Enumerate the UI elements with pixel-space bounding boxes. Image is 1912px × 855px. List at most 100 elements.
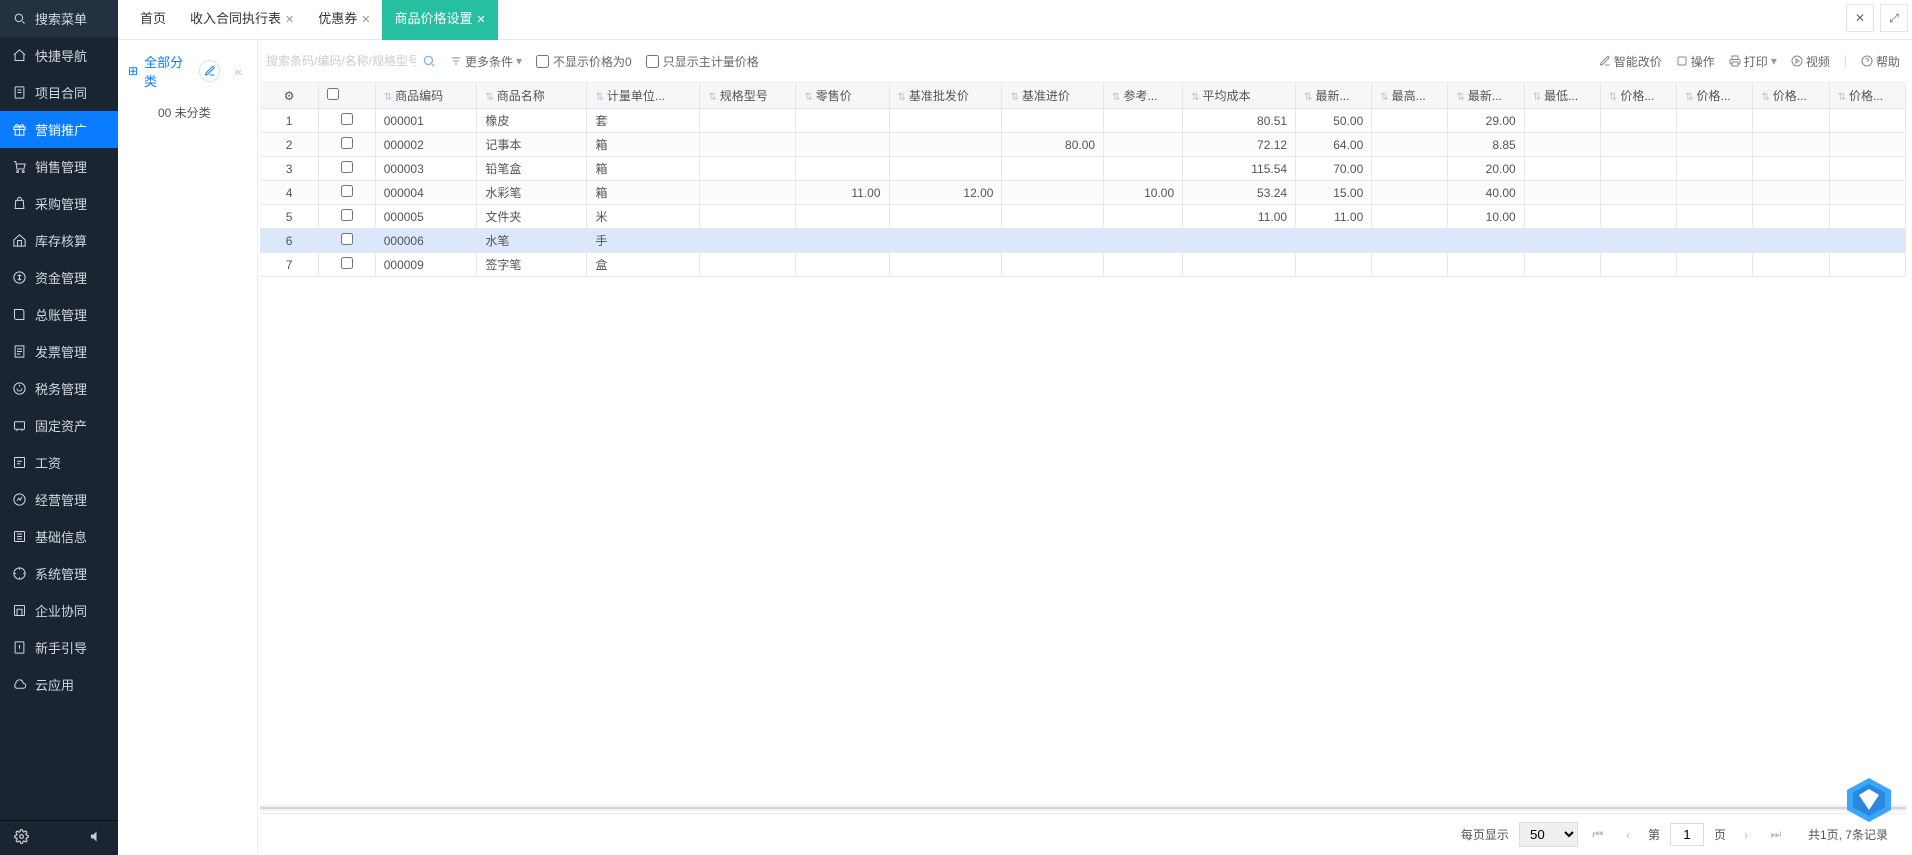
last-page-button[interactable]: ⏭ xyxy=(1766,827,1786,842)
sidebar-item-2[interactable]: 项目合同 xyxy=(0,74,118,111)
close-all-button[interactable]: ✕ xyxy=(1846,4,1874,32)
search-input[interactable] xyxy=(266,50,416,72)
col-17[interactable]: ⇅价格... xyxy=(1753,83,1829,109)
more-conditions-link[interactable]: 更多条件▾ xyxy=(450,53,522,70)
col-4[interactable]: ⇅计量单位... xyxy=(587,83,700,109)
row-checkbox[interactable] xyxy=(341,209,353,221)
col-7[interactable]: ⇅基准批发价 xyxy=(890,83,1003,109)
receipt-icon xyxy=(12,344,27,359)
fullscreen-button[interactable]: ⤢ xyxy=(1880,4,1908,32)
table-row[interactable]: 6000006水笔手 xyxy=(260,229,1906,253)
col-1[interactable] xyxy=(319,83,375,109)
col-label: 最低... xyxy=(1544,89,1578,103)
horizontal-scrollbar[interactable] xyxy=(260,803,1906,813)
search-icon[interactable] xyxy=(422,54,436,68)
collapse-icon[interactable]: « xyxy=(230,62,247,80)
sidebar-item-label: 销售管理 xyxy=(35,157,87,176)
first-page-button[interactable]: ⏮ xyxy=(1588,827,1608,842)
sidebar-item-11[interactable]: 固定资产 xyxy=(0,407,118,444)
sidebar-item-16[interactable]: 企业协同 xyxy=(0,592,118,629)
close-icon[interactable]: ✕ xyxy=(361,14,370,26)
row-checkbox[interactable] xyxy=(341,161,353,173)
gear-icon[interactable] xyxy=(14,829,29,847)
sidebar-item-8[interactable]: 总账管理 xyxy=(0,296,118,333)
sidebar-item-14[interactable]: 基础信息 xyxy=(0,518,118,555)
row-checkbox[interactable] xyxy=(341,185,353,197)
col-6[interactable]: ⇅零售价 xyxy=(796,83,889,109)
sidebar-item-5[interactable]: 采购管理 xyxy=(0,185,118,222)
sidebar-item-0[interactable]: 搜索菜单 xyxy=(0,0,118,37)
row-checkbox[interactable] xyxy=(341,137,353,149)
sidebar-item-10[interactable]: 税务管理 xyxy=(0,370,118,407)
table-row[interactable]: 4000004水彩笔箱11.0012.0010.0053.2415.0040.0… xyxy=(260,181,1906,205)
sidebar-item-3[interactable]: 营销推广 xyxy=(0,111,118,148)
col-9[interactable]: ⇅参考... xyxy=(1104,83,1183,109)
col-label: 基准批发价 xyxy=(909,89,969,103)
sidebar-item-13[interactable]: 经营管理 xyxy=(0,481,118,518)
table-row[interactable]: 2000002记事本箱80.0072.1264.008.85 xyxy=(260,133,1906,157)
row-checkbox[interactable] xyxy=(341,233,353,245)
tabs-bar: 首页收入合同执行表✕优惠券✕ 商品价格设置 ✕ ✕ ⤢ xyxy=(118,0,1912,40)
prev-page-button[interactable]: ‹ xyxy=(1618,828,1638,842)
category-node[interactable]: 00 未分类 xyxy=(122,94,253,121)
assistant-icon[interactable] xyxy=(1844,775,1894,825)
all-categories-label[interactable]: 全部分类 xyxy=(144,52,193,90)
col-14[interactable]: ⇅最低... xyxy=(1525,83,1601,109)
category-pane: ⊞ 全部分类 « 00 未分类 xyxy=(118,40,258,855)
sort-icon: ⇅ xyxy=(804,92,812,103)
hide-zero-checkbox[interactable]: 不显示价格为0 xyxy=(536,53,632,70)
operations-link[interactable]: 操作 xyxy=(1676,53,1715,70)
page-size-select[interactable]: 50 xyxy=(1519,822,1578,847)
sidebar-item-7[interactable]: 资金管理 xyxy=(0,259,118,296)
sort-icon: ⇅ xyxy=(1112,92,1120,103)
sidebar-item-1[interactable]: 快捷导航 xyxy=(0,37,118,74)
sidebar-item-4[interactable]: 销售管理 xyxy=(0,148,118,185)
col-8[interactable]: ⇅基准进价 xyxy=(1002,83,1104,109)
tab-2[interactable]: 优惠券✕ xyxy=(306,0,382,40)
col-0[interactable]: ⚙ xyxy=(260,83,319,109)
only-prime-checkbox[interactable]: 只显示主计量价格 xyxy=(646,53,759,70)
sidebar-item-12[interactable]: 工资 xyxy=(0,444,118,481)
sort-icon: ⇅ xyxy=(485,92,493,103)
col-label: 规格型号 xyxy=(720,89,768,103)
close-icon[interactable]: ✕ xyxy=(477,14,486,26)
col-5[interactable]: ⇅规格型号 xyxy=(700,83,796,109)
table-row[interactable]: 7000009签字笔盒 xyxy=(260,253,1906,277)
tab-0[interactable]: 首页 xyxy=(128,0,178,40)
col-10[interactable]: ⇅平均成本 xyxy=(1183,83,1296,109)
col-3[interactable]: ⇅商品名称 xyxy=(477,83,587,109)
col-2[interactable]: ⇅商品编码 xyxy=(376,83,478,109)
pager-summary: 共1页, 7条记录 xyxy=(1808,826,1888,843)
col-18[interactable]: ⇅价格... xyxy=(1830,83,1906,109)
tab-3[interactable]: 商品价格设置 ✕ xyxy=(382,0,497,40)
table-row[interactable]: 3000003铅笔盒箱115.5470.0020.00 xyxy=(260,157,1906,181)
help-link[interactable]: 帮助 xyxy=(1861,53,1900,70)
print-link[interactable]: 打印▾ xyxy=(1729,53,1777,70)
row-checkbox[interactable] xyxy=(341,257,353,269)
col-16[interactable]: ⇅价格... xyxy=(1677,83,1753,109)
asset-icon xyxy=(12,418,27,433)
col-11[interactable]: ⇅最新... xyxy=(1296,83,1372,109)
gear-icon[interactable]: ⚙ xyxy=(268,89,310,103)
sidebar-item-18[interactable]: 云应用 xyxy=(0,666,118,703)
table-row[interactable]: 1000001橡皮套80.5150.0029.00 xyxy=(260,109,1906,133)
close-icon[interactable]: ✕ xyxy=(285,14,294,26)
table-row[interactable]: 5000005文件夹米11.0011.0010.00 xyxy=(260,205,1906,229)
next-page-button[interactable]: › xyxy=(1736,828,1756,842)
smart-price-link[interactable]: 智能改价 xyxy=(1599,53,1662,70)
col-12[interactable]: ⇅最高... xyxy=(1372,83,1448,109)
tab-1[interactable]: 收入合同执行表✕ xyxy=(178,0,306,40)
edit-category-button[interactable] xyxy=(199,60,220,82)
sidebar-item-9[interactable]: 发票管理 xyxy=(0,333,118,370)
page-number-input[interactable] xyxy=(1670,823,1704,846)
row-checkbox[interactable] xyxy=(341,113,353,125)
sidebar-item-6[interactable]: 库存核算 xyxy=(0,222,118,259)
select-all-checkbox[interactable] xyxy=(327,88,339,100)
video-link[interactable]: 视频 xyxy=(1791,53,1830,70)
sound-icon[interactable] xyxy=(89,829,104,847)
tab-label: 商品价格设置 xyxy=(394,11,472,26)
sidebar-item-17[interactable]: 新手引导 xyxy=(0,629,118,666)
col-15[interactable]: ⇅价格... xyxy=(1601,83,1677,109)
col-13[interactable]: ⇅最新... xyxy=(1448,83,1524,109)
sidebar-item-15[interactable]: 系统管理 xyxy=(0,555,118,592)
